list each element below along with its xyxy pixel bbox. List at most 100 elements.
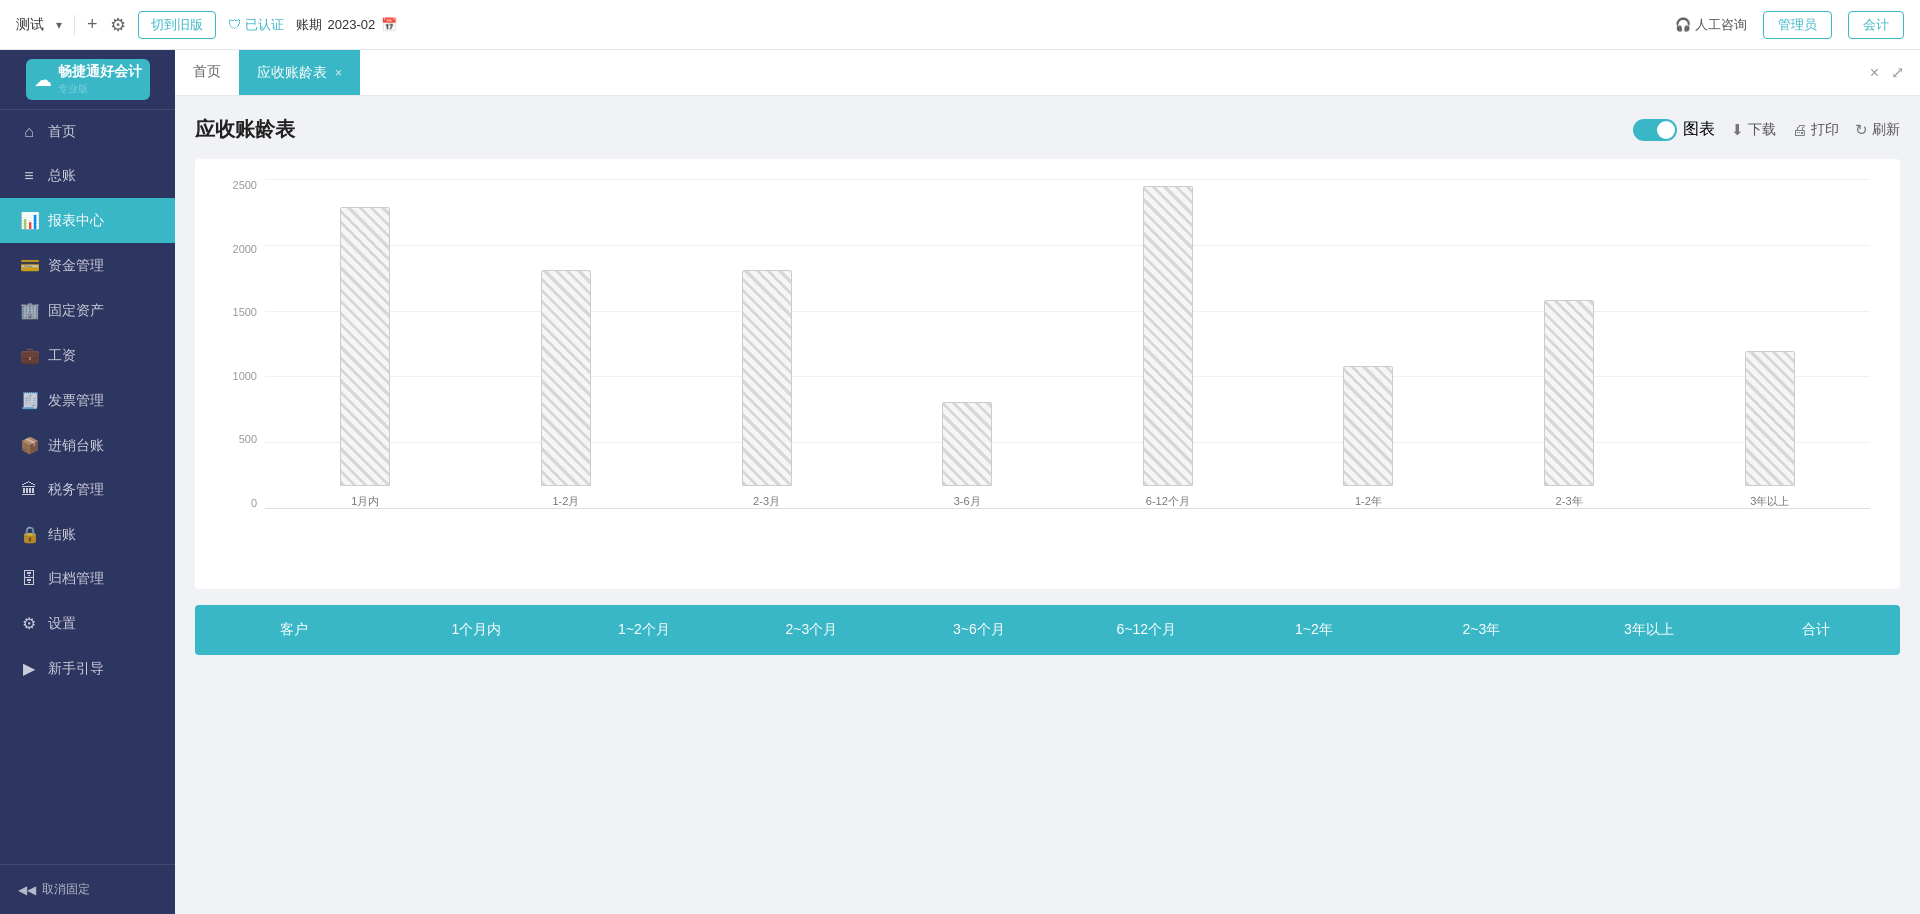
cancel-pin-button[interactable]: ◀◀ 取消固定 — [10, 875, 165, 904]
sidebar-label-home: 首页 — [48, 123, 76, 141]
tab-aging[interactable]: 应收账龄表 × — [239, 50, 360, 95]
bar-group-6: 2-3年 — [1479, 300, 1660, 509]
period-info: 账期 2023-02 📅 — [296, 16, 398, 34]
add-button[interactable]: + — [87, 14, 98, 35]
certified-badge: 🛡 已认证 — [228, 16, 284, 34]
sidebar-item-home[interactable]: ⌂ 首页 — [0, 110, 175, 154]
sidebar-label-settings: 设置 — [48, 615, 76, 633]
sidebar-item-invoice[interactable]: 🧾 发票管理 — [0, 378, 175, 423]
role-button[interactable]: 会计 — [1848, 11, 1904, 39]
chart-toggle[interactable]: 图表 — [1633, 119, 1715, 141]
y-label-2000: 2000 — [215, 243, 265, 255]
sidebar-label-ledger: 总账 — [48, 167, 76, 185]
sidebar-label-reports: 报表中心 — [48, 212, 104, 230]
sidebar-item-guide[interactable]: ▶ 新手引导 — [0, 646, 175, 691]
capital-icon: 💳 — [20, 256, 38, 275]
sidebar-label-wages: 工资 — [48, 347, 76, 365]
table-header-cell-1: 1个月内 — [393, 605, 560, 655]
chart-bar-0 — [340, 207, 390, 486]
logo-name: 畅捷通好会计 — [58, 63, 142, 81]
sidebar-item-settings[interactable]: ⚙ 设置 — [0, 601, 175, 646]
close-window-button[interactable]: × — [1870, 64, 1879, 82]
sidebar-item-closing[interactable]: 🔒 结账 — [0, 512, 175, 557]
sidebar-label-inventory: 进销台账 — [48, 437, 104, 455]
print-button[interactable]: 🖨 打印 — [1792, 121, 1839, 139]
page-content: 应收账龄表 图表 ⬇ 下载 🖨 打印 — [175, 96, 1920, 914]
page-title: 应收账龄表 — [195, 116, 295, 143]
bar-group-1: 1-2月 — [476, 270, 657, 509]
report-header: 应收账龄表 图表 ⬇ 下载 🖨 打印 — [195, 116, 1900, 143]
assets-icon: 🏢 — [20, 301, 38, 320]
tabs-bar-right: × ⤢ — [1870, 63, 1920, 82]
expand-window-button[interactable]: ⤢ — [1891, 63, 1904, 82]
chart-bar-4 — [1143, 186, 1193, 486]
table-header-cell-8: 3年以上 — [1565, 605, 1732, 655]
y-label-1000: 1000 — [215, 370, 265, 382]
x-label-0: 1月内 — [351, 494, 379, 509]
pin-icon: ◀◀ — [18, 883, 36, 897]
reports-icon: 📊 — [20, 211, 38, 230]
chart-bar-2 — [742, 270, 792, 486]
sidebar-item-archive[interactable]: 🗄 归档管理 — [0, 557, 175, 601]
table-container: 客户1个月内1~2个月2~3个月3~6个月6~12个月1~2年2~3年3年以上合… — [195, 605, 1900, 655]
chart-y-axis: 0 500 1000 1500 2000 2500 — [215, 179, 265, 509]
sidebar-label-tax: 税务管理 — [48, 481, 104, 499]
archive-icon: 🗄 — [20, 570, 38, 588]
x-label-3: 3-6月 — [954, 494, 981, 509]
x-label-4: 6-12个月 — [1146, 494, 1190, 509]
logo-icon: ☁ — [34, 69, 52, 91]
calendar-icon[interactable]: 📅 — [381, 17, 397, 32]
user-button[interactable]: 管理员 — [1763, 11, 1832, 39]
shield-icon: 🛡 — [228, 17, 241, 32]
toggle-thumb — [1657, 121, 1675, 139]
guide-icon: ▶ — [20, 659, 38, 678]
table-header-cell-3: 2~3个月 — [728, 605, 895, 655]
bar-group-4: 6-12个月 — [1078, 186, 1259, 509]
y-label-2500: 2500 — [215, 179, 265, 191]
sidebar-label-invoice: 发票管理 — [48, 392, 104, 410]
download-icon: ⬇ — [1731, 121, 1744, 139]
sidebar-item-wages[interactable]: 💼 工资 — [0, 333, 175, 378]
headset-icon: 🎧 — [1675, 17, 1691, 32]
chart-bars-row: 1月内1-2月2-3月3-6月6-12个月1-2年2-3年3年以上 — [265, 179, 1870, 509]
sidebar-item-ledger[interactable]: ≡ 总账 — [0, 154, 175, 198]
report-actions: 图表 ⬇ 下载 🖨 打印 ↻ 刷新 — [1633, 119, 1900, 141]
x-label-2: 2-3月 — [753, 494, 780, 509]
home-icon: ⌂ — [20, 123, 38, 141]
sidebar-item-reports[interactable]: 📊 报表中心 — [0, 198, 175, 243]
settings-button[interactable]: ⚙ — [110, 14, 126, 36]
tab-close-aging[interactable]: × — [335, 66, 342, 80]
toggle-track[interactable] — [1633, 119, 1677, 141]
service-button[interactable]: 🎧 人工咨询 — [1675, 16, 1747, 34]
y-label-500: 500 — [215, 433, 265, 445]
tab-home[interactable]: 首页 — [175, 50, 239, 95]
sidebar-item-inventory[interactable]: 📦 进销台账 — [0, 423, 175, 468]
sidebar-item-capital[interactable]: 💳 资金管理 — [0, 243, 175, 288]
divider1 — [74, 15, 75, 35]
main-layout: ☁ 畅捷通好会计 专业版 ⌂ 首页 ≡ 总账 📊 报表中心 💳 — [0, 50, 1920, 914]
wages-icon: 💼 — [20, 346, 38, 365]
chart-inner: 0 500 1000 1500 2000 2500 — [215, 179, 1870, 539]
refresh-icon: ↻ — [1855, 121, 1868, 139]
company-dropdown[interactable]: ▾ — [56, 18, 62, 32]
download-button[interactable]: ⬇ 下载 — [1731, 121, 1776, 139]
chart-bar-6 — [1544, 300, 1594, 486]
tabs-bar: 首页 应收账龄表 × × ⤢ — [175, 50, 1920, 96]
chart-container: 0 500 1000 1500 2000 2500 — [195, 159, 1900, 589]
table-header-cell-7: 2~3年 — [1398, 605, 1565, 655]
inventory-icon: 📦 — [20, 436, 38, 455]
table-header-cell-5: 6~12个月 — [1063, 605, 1230, 655]
sidebar-bottom: ◀◀ 取消固定 — [0, 864, 175, 914]
sidebar-item-assets[interactable]: 🏢 固定资产 — [0, 288, 175, 333]
chart-grid-area: 1月内1-2月2-3月3-6月6-12个月1-2年2-3年3年以上 — [265, 179, 1870, 509]
refresh-button[interactable]: ↻ 刷新 — [1855, 121, 1900, 139]
ledger-icon: ≡ — [20, 167, 38, 185]
sidebar-item-tax[interactable]: 🏛 税务管理 — [0, 468, 175, 512]
table-header-cell-6: 1~2年 — [1230, 605, 1397, 655]
table-header-cell-4: 3~6个月 — [895, 605, 1062, 655]
company-name: 测试 — [16, 16, 44, 34]
bar-group-3: 3-6月 — [877, 402, 1058, 509]
closing-icon: 🔒 — [20, 525, 38, 544]
switch-old-button[interactable]: 切到旧版 — [138, 11, 216, 39]
sidebar-scroll: ⌂ 首页 ≡ 总账 📊 报表中心 💳 资金管理 🏢 固定资产 💼 工资 — [0, 110, 175, 864]
